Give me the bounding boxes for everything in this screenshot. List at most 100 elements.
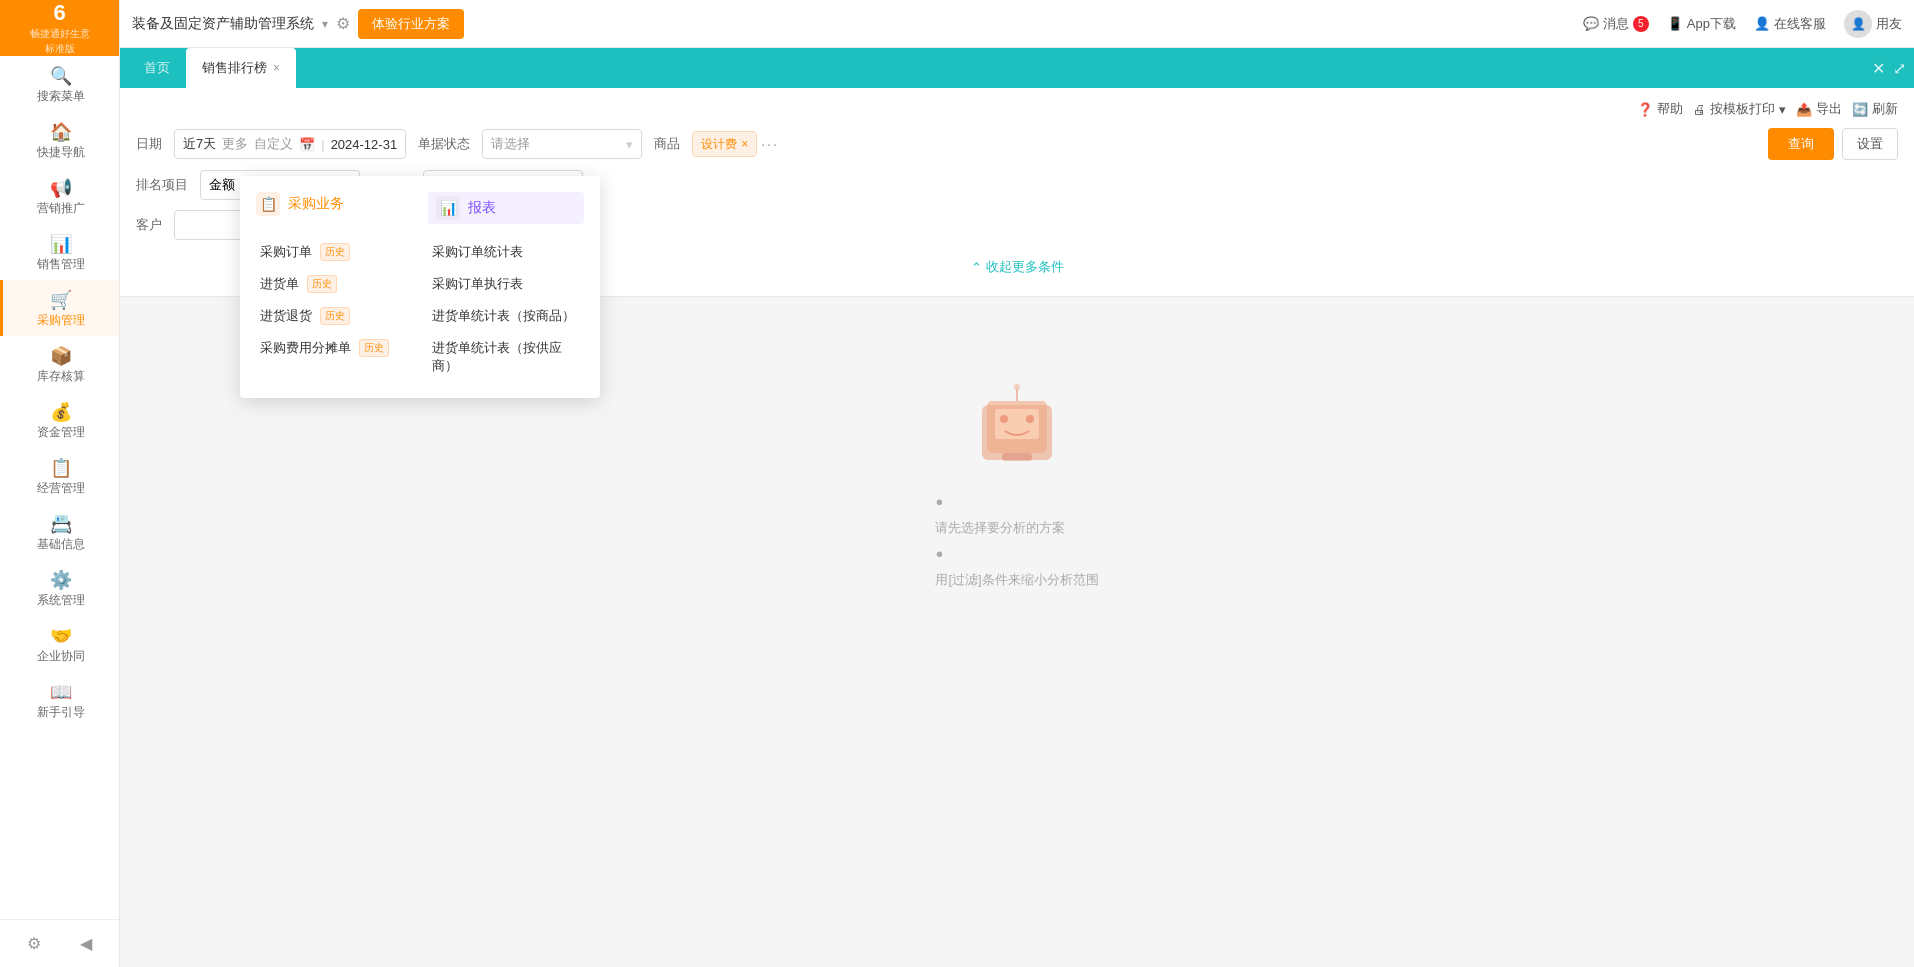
- print-btn[interactable]: 🖨 按模板打印 ▾: [1693, 100, 1786, 118]
- menu-item-purchase-order[interactable]: 采购订单 历史: [256, 236, 412, 268]
- voucher-status-select[interactable]: 请选择 ▾: [482, 129, 642, 159]
- menu-item-purchase-expense[interactable]: 采购费用分摊单 历史: [256, 332, 412, 364]
- help-btn[interactable]: ❓ 帮助: [1637, 100, 1683, 118]
- tab-close-icon[interactable]: ×: [273, 61, 280, 75]
- refresh-btn[interactable]: 🔄 刷新: [1852, 100, 1898, 118]
- industry-btn[interactable]: 体验行业方案: [358, 9, 464, 39]
- app-label: App下载: [1687, 15, 1736, 33]
- menu-item-order-exec[interactable]: 采购订单执行表: [428, 268, 584, 300]
- sidebar-item-operations[interactable]: 📋 经营管理: [0, 448, 119, 504]
- empty-svg: [957, 377, 1077, 477]
- topbar-left: 装备及固定资产辅助管理系统 ▾ ⚙ 体验行业方案: [132, 9, 464, 39]
- date-range-input[interactable]: 近7天 更多 自定义 📅 | 2024-12-31: [174, 129, 406, 159]
- sidebar-item-marketing[interactable]: 📢 营销推广: [0, 168, 119, 224]
- sidebar-item-sales[interactable]: 📊 销售管理: [0, 224, 119, 280]
- app-download-btn[interactable]: 📱 App下载: [1667, 15, 1736, 33]
- goods-filter-area: 设计费 × ···: [692, 131, 779, 157]
- toolbar-row: ❓ 帮助 🖨 按模板打印 ▾ 📤 导出 🔄 刷新: [136, 100, 1898, 118]
- sidebar-label-basicinfo: 基础信息: [37, 537, 85, 551]
- topbar-dropdown-arrow[interactable]: ▾: [322, 17, 328, 31]
- sidebar-item-quicknav[interactable]: 🏠 快捷导航: [0, 112, 119, 168]
- menu-item-purchase-return[interactable]: 进货退货 历史: [256, 300, 412, 332]
- rank-label: 排名项目: [136, 176, 188, 194]
- purchase-col-title: 采购业务: [288, 195, 344, 213]
- menu-item-order-stats[interactable]: 采购订单统计表: [428, 236, 584, 268]
- sidebar-item-search[interactable]: 🔍 搜索菜单: [0, 56, 119, 112]
- inbound-stats-goods-label: 进货单统计表（按商品）: [432, 307, 575, 325]
- date-separator: 更多: [222, 135, 248, 153]
- sidebar-item-finance[interactable]: 💰 资金管理: [0, 392, 119, 448]
- content-area: ❓ 帮助 🖨 按模板打印 ▾ 📤 导出 🔄 刷新: [120, 88, 1914, 967]
- purchase-col: 📋 采购业务 采购订单 历史 进货单 历史 进货退货 历史: [256, 192, 412, 382]
- service-icon: 👤: [1754, 16, 1770, 31]
- sidebar-nav: 🔍 搜索菜单 🏠 快捷导航 📢 营销推广 📊 销售管理 🛒 采购管理 📦 库存核…: [0, 56, 119, 919]
- user-avatar: 👤: [1844, 10, 1872, 38]
- online-service-btn[interactable]: 👤 在线客服: [1754, 15, 1826, 33]
- order-exec-label: 采购订单执行表: [432, 275, 523, 293]
- sidebar-label-inventory: 库存核算: [37, 369, 85, 383]
- sidebar-item-system[interactable]: ⚙️ 系统管理: [0, 560, 119, 616]
- tab-home[interactable]: 首页: [128, 48, 186, 88]
- setting-btn[interactable]: 设置: [1842, 128, 1898, 160]
- logo-icon: 6: [53, 0, 65, 26]
- app-icon: 📱: [1667, 16, 1683, 31]
- finance-icon: 💰: [50, 401, 72, 423]
- date-divider: |: [321, 137, 324, 152]
- goods-more-dots[interactable]: ···: [761, 136, 779, 152]
- voucher-status-label: 单据状态: [418, 135, 470, 153]
- guide-icon: 📖: [50, 681, 72, 703]
- settings-footer-icon[interactable]: ⚙: [27, 934, 41, 953]
- export-btn[interactable]: 📤 导出: [1796, 100, 1842, 118]
- sidebar-label-quicknav: 快捷导航: [37, 145, 85, 159]
- menu-item-purchase-inbound[interactable]: 进货单 历史: [256, 268, 412, 300]
- sidebar-item-inventory[interactable]: 📦 库存核算: [0, 336, 119, 392]
- system-icon: ⚙️: [50, 569, 72, 591]
- menu-item-inbound-stats-goods[interactable]: 进货单统计表（按商品）: [428, 300, 584, 332]
- empty-hint-2: ● 用[过滤]条件来缩小分析范围: [935, 541, 1098, 593]
- date-filter-label: 日期: [136, 135, 162, 153]
- sidebar-item-guide[interactable]: 📖 新手引导: [0, 672, 119, 728]
- tab-home-label: 首页: [144, 59, 170, 77]
- collapse-arrow-icon: ⌃: [971, 260, 982, 275]
- tab-restore-icon[interactable]: ✕: [1872, 59, 1885, 78]
- query-actions: 查询 设置: [1768, 128, 1898, 160]
- empty-text: ● 请先选择要分析的方案 ● 用[过滤]条件来缩小分析范围: [935, 489, 1098, 593]
- tab-sales-ranking[interactable]: 销售排行榜 ×: [186, 48, 296, 88]
- date-end: 2024-12-31: [331, 137, 398, 152]
- empty-hint-1: ● 请先选择要分析的方案: [935, 489, 1098, 541]
- menu-item-inbound-stats-supplier[interactable]: 进货单统计表（按供应商）: [428, 332, 584, 382]
- help-label: 帮助: [1657, 100, 1683, 118]
- voucher-status-arrow: ▾: [626, 137, 633, 152]
- sidebar-label-purchase: 采购管理: [37, 313, 85, 327]
- help-icon: ❓: [1637, 102, 1653, 117]
- sidebar-item-basicinfo[interactable]: 📇 基础信息: [0, 504, 119, 560]
- customer-label: 客户: [136, 216, 162, 234]
- purchase-col-icon: 📋: [256, 192, 280, 216]
- goods-tag: 设计费 ×: [692, 131, 757, 157]
- home-icon: 🏠: [50, 121, 72, 143]
- operations-icon: 📋: [50, 457, 72, 479]
- message-btn[interactable]: 💬 消息 5: [1583, 15, 1649, 33]
- message-badge: 5: [1633, 16, 1649, 32]
- calendar-icon: 📅: [299, 137, 315, 152]
- sidebar-label-sales: 销售管理: [37, 257, 85, 271]
- sidebar-item-purchase[interactable]: 🛒 采购管理: [0, 280, 119, 336]
- query-btn[interactable]: 查询: [1768, 128, 1834, 160]
- tab-maximize-icon[interactable]: ⤢: [1893, 59, 1906, 78]
- collapse-sidebar-icon[interactable]: ◀: [80, 934, 92, 953]
- dropdown-cols: 📋 采购业务 采购订单 历史 进货单 历史 进货退货 历史: [256, 192, 584, 382]
- sidebar-item-enterprise[interactable]: 🤝 企业协同: [0, 616, 119, 672]
- user-menu-btn[interactable]: 👤 用友: [1844, 10, 1902, 38]
- topbar-right: 💬 消息 5 📱 App下载 👤 在线客服 👤 用友: [1583, 10, 1902, 38]
- purchase-col-header: 📋 采购业务: [256, 192, 412, 224]
- inventory-icon: 📦: [50, 345, 72, 367]
- topbar-gear-icon[interactable]: ⚙: [336, 14, 350, 33]
- report-col-title: 报表: [468, 199, 496, 217]
- enterprise-icon: 🤝: [50, 625, 72, 647]
- goods-tag-remove[interactable]: ×: [741, 137, 748, 151]
- purchase-return-label: 进货退货: [260, 307, 312, 325]
- svg-point-7: [1014, 384, 1020, 390]
- print-label: 按模板打印: [1710, 100, 1775, 118]
- date-value: 近7天: [183, 135, 216, 153]
- system-title: 装备及固定资产辅助管理系统: [132, 15, 314, 33]
